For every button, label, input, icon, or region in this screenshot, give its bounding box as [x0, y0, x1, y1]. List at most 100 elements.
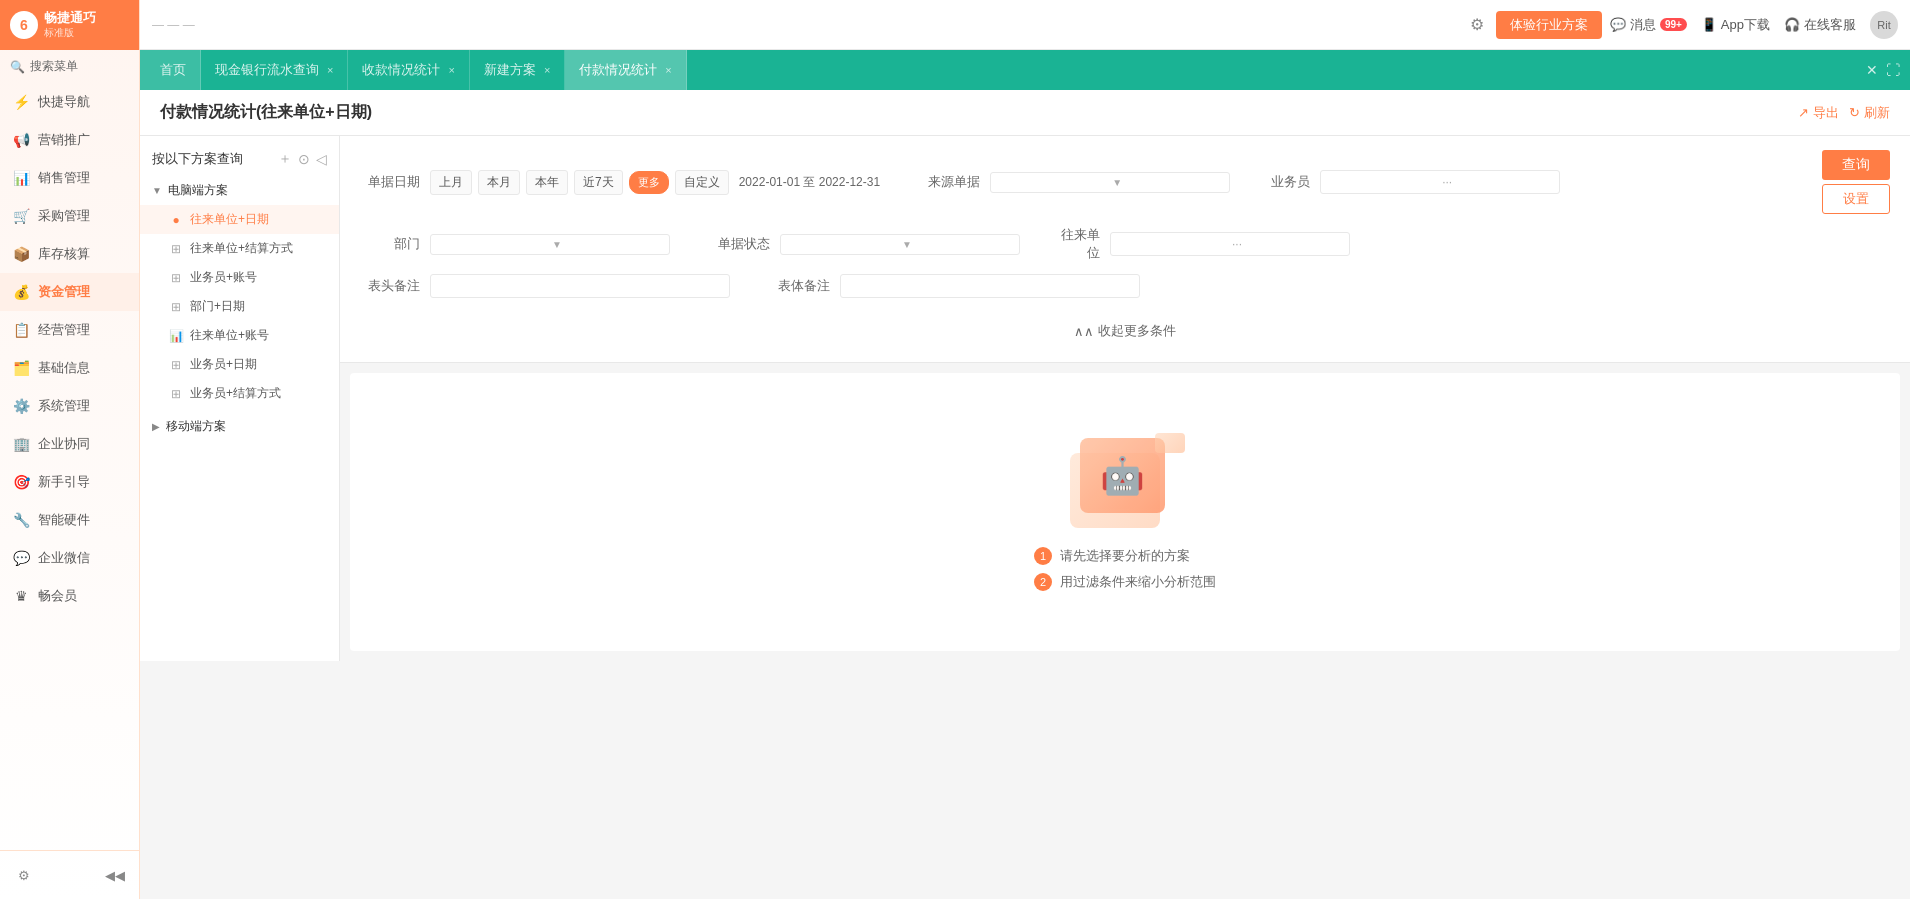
date-filter-controls: 上月 本月 本年 近7天 更多 自定义 2022-01-01 至 2022-12… [430, 170, 880, 195]
filter-row-2: 部门 ▼ 单据状态 ▼ 往来单位 ··· [360, 226, 1890, 262]
member-icon: ♛ [12, 587, 30, 605]
marketing-icon: 📢 [12, 131, 30, 149]
empty-illustration-accent [1155, 433, 1185, 453]
sidebar-item-member[interactable]: ♛ 畅会员 [0, 577, 139, 615]
tab-receipt-stats[interactable]: 收款情况统计 × [348, 50, 469, 90]
empty-tips: 1 请先选择要分析的方案 2 用过滤条件来缩小分析范围 [1034, 547, 1216, 591]
tab-payment-stats[interactable]: 付款情况统计 × [565, 50, 686, 90]
body-note-input[interactable] [840, 274, 1140, 298]
sidebar-item-weixin[interactable]: 💬 企业微信 [0, 539, 139, 577]
tab-payment-stats-close[interactable]: × [665, 64, 671, 76]
dept-select[interactable]: ▼ [430, 234, 670, 255]
scheme-item-partner-settle[interactable]: ⊞ 往来单位+结算方式 [140, 234, 339, 263]
tab-bank-flow-close[interactable]: × [327, 64, 333, 76]
add-scheme-button[interactable]: ＋ [278, 150, 292, 168]
messages-button[interactable]: 💬 消息 99+ [1610, 16, 1687, 34]
tab-new-scheme-label: 新建方案 [484, 61, 536, 79]
app-download-button[interactable]: 📱 App下载 [1701, 16, 1770, 34]
sidebar-nav: ⚡ 快捷导航 📢 营销推广 📊 销售管理 🛒 采购管理 📦 库存核算 💰 资金管… [0, 83, 139, 850]
scheme-settings-button[interactable]: ⊙ [298, 151, 310, 167]
sidebar-item-label: 企业协同 [38, 435, 90, 453]
query-button[interactable]: 查询 [1822, 150, 1890, 180]
this-year-btn[interactable]: 本年 [526, 170, 568, 195]
dept-filter-label: 部门 [360, 235, 420, 253]
refresh-icon: ↻ [1849, 105, 1860, 120]
sidebar-item-hardware[interactable]: 🔧 智能硬件 [0, 501, 139, 539]
status-select[interactable]: ▼ [780, 234, 1020, 255]
refresh-label: 刷新 [1864, 104, 1890, 122]
app-subtitle: 标准版 [44, 26, 96, 40]
close-all-tabs-button[interactable]: ✕ [1866, 62, 1878, 78]
expand-tabs-button[interactable]: ⛶ [1886, 62, 1900, 78]
sidebar-item-enterprise[interactable]: 🏢 企业协同 [0, 425, 139, 463]
header-note-input[interactable] [430, 274, 730, 298]
sidebar-item-quick-nav[interactable]: ⚡ 快捷导航 [0, 83, 139, 121]
settings-button[interactable]: 设置 [1822, 184, 1890, 214]
custom-date-btn[interactable]: 自定义 [675, 170, 729, 195]
main-area: — — — ⚙ 体验行业方案 💬 消息 99+ 📱 App下载 🎧 在线客服 R… [140, 0, 1910, 899]
sidebar-collapse-button[interactable]: ◀◀ [101, 861, 129, 889]
user-avatar[interactable]: Rit [1870, 11, 1898, 39]
scheme-item-label: 业务员+账号 [190, 269, 257, 286]
sidebar-item-basic[interactable]: 🗂️ 基础信息 [0, 349, 139, 387]
filter-row-3: 表头备注 表体备注 [360, 274, 1890, 298]
scheme-item-staff-settle[interactable]: ⊞ 业务员+结算方式 [140, 379, 339, 408]
collapse-panel-button[interactable]: ◁ [316, 151, 327, 167]
online-service-button[interactable]: 🎧 在线客服 [1784, 16, 1856, 34]
scheme-chart-icon: 📊 [168, 328, 184, 344]
scheme-icon: ⊞ [168, 241, 184, 257]
desktop-schemes-group: ▼ 电脑端方案 ● 往来单位+日期 ⊞ 往来单位+结算方式 ⊞ 业务员+账号 [140, 176, 339, 408]
service-icon: 🎧 [1784, 17, 1800, 32]
scheme-item-partner-date[interactable]: ● 往来单位+日期 [140, 205, 339, 234]
mobile-schemes-header[interactable]: ▶ 移动端方案 [140, 412, 339, 441]
page-title: 付款情况统计(往来单位+日期) [160, 102, 372, 123]
sidebar-item-purchase[interactable]: 🛒 采购管理 [0, 197, 139, 235]
last-7-days-btn[interactable]: 近7天 [574, 170, 623, 195]
staff-select[interactable]: ··· [1320, 170, 1560, 194]
sidebar-item-stock[interactable]: 📦 库存核算 [0, 235, 139, 273]
expand-triangle-mobile-icon: ▶ [152, 421, 160, 432]
mobile-group-label: 移动端方案 [166, 418, 226, 435]
scheme-item-dept-date[interactable]: ⊞ 部门+日期 [140, 292, 339, 321]
search-menu-item[interactable]: 🔍 搜索菜单 [0, 50, 139, 83]
scheme-icon: ⊞ [168, 357, 184, 373]
more-dates-btn[interactable]: 更多 [629, 171, 669, 194]
sidebar-item-capital[interactable]: 💰 资金管理 [0, 273, 139, 311]
topbar-settings-icon[interactable]: ⚙ [1470, 15, 1484, 34]
sidebar-item-system[interactable]: ⚙️ 系统管理 [0, 387, 139, 425]
status-filter-label: 单据状态 [710, 235, 770, 253]
sidebar-item-sales[interactable]: 📊 销售管理 [0, 159, 139, 197]
tab-home[interactable]: 首页 [140, 50, 201, 90]
this-month-btn[interactable]: 本月 [478, 170, 520, 195]
sidebar-item-operations[interactable]: 📋 经营管理 [0, 311, 139, 349]
sidebar-item-label: 系统管理 [38, 397, 90, 415]
partner-select[interactable]: ··· [1110, 232, 1350, 256]
sidebar-item-guide[interactable]: 🎯 新手引导 [0, 463, 139, 501]
tab-new-scheme-close[interactable]: × [544, 64, 550, 76]
active-scheme-icon: ● [168, 212, 184, 228]
last-month-btn[interactable]: 上月 [430, 170, 472, 195]
messages-badge: 99+ [1660, 18, 1687, 31]
body-note-label: 表体备注 [770, 277, 830, 295]
header-note-label: 表头备注 [360, 277, 420, 295]
tab-receipt-stats-close[interactable]: × [448, 64, 454, 76]
app-download-icon: 📱 [1701, 17, 1717, 32]
sidebar-settings-button[interactable]: ⚙ [10, 861, 38, 889]
tab-payment-stats-label: 付款情况统计 [579, 61, 657, 79]
staff-filter-label: 业务员 [1260, 173, 1310, 191]
scheme-item-staff-account[interactable]: ⊞ 业务员+账号 [140, 263, 339, 292]
refresh-button[interactable]: ↻ 刷新 [1849, 104, 1890, 122]
tab-new-scheme[interactable]: 新建方案 × [470, 50, 565, 90]
industry-scheme-button[interactable]: 体验行业方案 [1496, 11, 1602, 39]
page-header: 付款情况统计(往来单位+日期) ↗ 导出 ↻ 刷新 [140, 90, 1910, 136]
source-select[interactable]: ▼ [990, 172, 1230, 193]
empty-tip-1-text: 请先选择要分析的方案 [1060, 547, 1190, 565]
sidebar-item-marketing[interactable]: 📢 营销推广 [0, 121, 139, 159]
collapse-conditions-button[interactable]: ∧∧ 收起更多条件 [1064, 318, 1186, 344]
scheme-item-label: 业务员+日期 [190, 356, 257, 373]
desktop-schemes-header[interactable]: ▼ 电脑端方案 [140, 176, 339, 205]
tab-bank-flow[interactable]: 现金银行流水查询 × [201, 50, 348, 90]
scheme-item-staff-date[interactable]: ⊞ 业务员+日期 [140, 350, 339, 379]
export-button[interactable]: ↗ 导出 [1798, 104, 1839, 122]
scheme-item-partner-account[interactable]: 📊 往来单位+账号 [140, 321, 339, 350]
